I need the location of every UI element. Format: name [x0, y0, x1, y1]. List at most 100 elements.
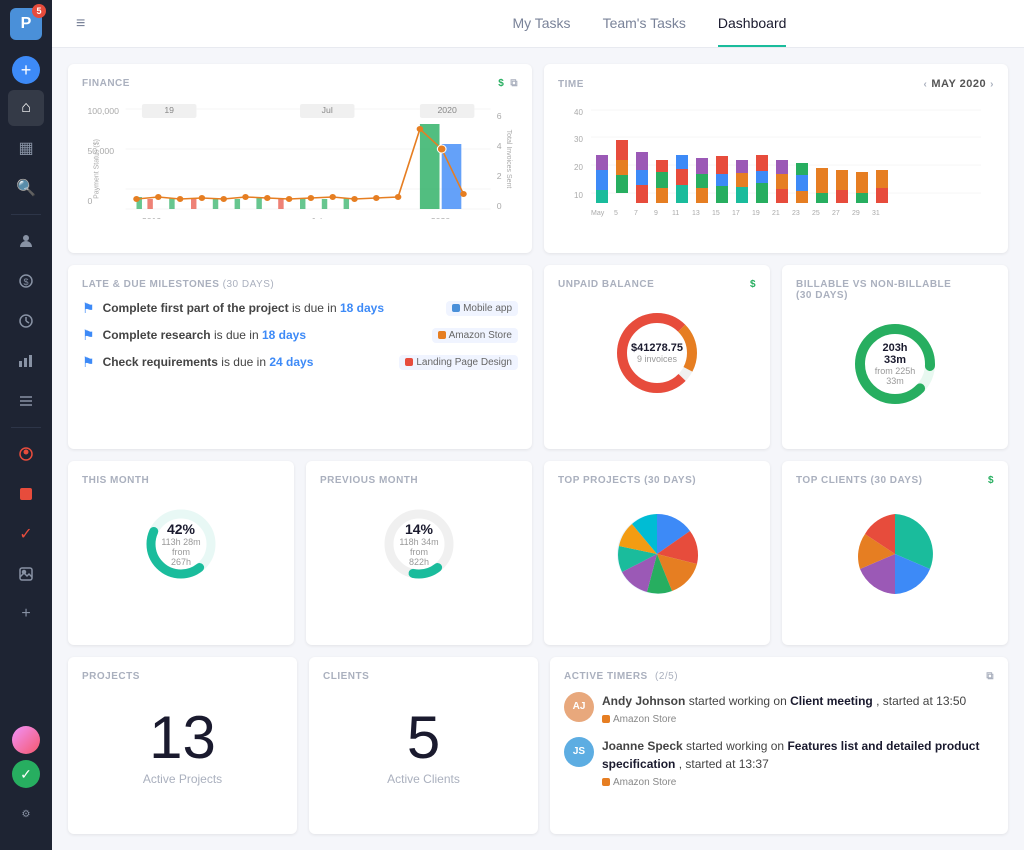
sidebar-item-search[interactable]: 🔍 — [8, 170, 44, 206]
svg-text:Jul: Jul — [322, 105, 333, 115]
svg-text:19: 19 — [164, 105, 174, 115]
milestone-tag-3[interactable]: Landing Page Design — [399, 355, 518, 370]
finance-copy-icon[interactable]: ⧉ — [510, 78, 518, 89]
time-card: TIME ‹ May 2020 › 40 30 20 10 — [544, 64, 1008, 253]
svg-text:Jul: Jul — [311, 216, 322, 219]
timer-tag-dot-2 — [602, 778, 610, 786]
finance-title-icons: $ ⧉ — [498, 78, 518, 89]
time-title: TIME ‹ May 2020 › — [558, 78, 994, 90]
prev-month-label: 14% 118h 34m from 822h — [399, 521, 439, 567]
app-logo[interactable]: P 5 — [10, 8, 42, 40]
bottom-row1: THIS MONTH 42% 113h 28m from 267h — [68, 461, 1008, 645]
status-icon[interactable]: ✓ — [12, 760, 40, 788]
sidebar-item-person[interactable] — [8, 223, 44, 259]
timer-text-1: Andy Johnson started working on Client m… — [602, 692, 966, 727]
unpaid-title: UNPAID BALANCE $ — [558, 279, 756, 290]
milestone-item-2: ⚑ Complete research is due in 18 days Am… — [82, 327, 518, 344]
sidebar: P 5 + ⌂ ▦ 🔍 $ ✓ + ✓ ⚙ — [0, 0, 52, 850]
hamburger-icon[interactable]: ≡ — [76, 15, 85, 33]
billable-donut: 203h 33m from 225h 33m — [850, 319, 940, 409]
sidebar-item-money[interactable]: $ — [8, 263, 44, 299]
top-projects-pie — [558, 496, 756, 612]
time-next-icon[interactable]: › — [990, 79, 994, 90]
svg-text:20: 20 — [574, 163, 583, 172]
svg-text:9: 9 — [654, 210, 658, 217]
sidebar-bottom: ✓ ⚙ — [8, 726, 44, 842]
right-mid-row: UNPAID BALANCE $ $41278.75 9 invoices — [544, 265, 1008, 450]
sidebar-item-clock[interactable] — [8, 303, 44, 339]
sidebar-item-chart[interactable] — [8, 343, 44, 379]
projects-title: PROJECTS — [82, 671, 283, 682]
projects-content: 13 Active Projects — [82, 692, 283, 802]
time-chart: 40 30 20 10 — [558, 100, 994, 220]
sidebar-item-home[interactable]: ⌂ — [8, 90, 44, 126]
bottom-row2: PROJECTS 13 Active Projects CLIENTS 5 Ac… — [68, 657, 1008, 835]
unpaid-donut-wrap: $41278.75 9 invoices — [558, 300, 756, 406]
svg-text:13: 13 — [692, 210, 700, 217]
user-avatar[interactable] — [12, 726, 40, 754]
tab-team-tasks[interactable]: Team's Tasks — [603, 1, 686, 47]
dashboard-grid: FINANCE $ ⧉ 100,000 50,000 0 6 4 2 0 — [52, 48, 1024, 850]
billable-label: 203h 33m from 225h 33m — [873, 342, 918, 386]
svg-text:Total Invoices Sent: Total Invoices Sent — [505, 130, 514, 189]
finance-chart: 100,000 50,000 0 6 4 2 0 19 — [82, 99, 518, 219]
tab-dashboard[interactable]: Dashboard — [718, 1, 787, 47]
finance-dollar-icon[interactable]: $ — [498, 78, 504, 89]
timer-item-2: JS Joanne Speck started working on Featu… — [564, 737, 994, 790]
svg-text:7: 7 — [634, 210, 638, 217]
clients-content: 5 Active Clients — [323, 692, 524, 802]
top-clients-pie — [796, 496, 994, 612]
svg-text:2020: 2020 — [437, 105, 457, 115]
sidebar-item-check[interactable]: ✓ — [8, 516, 44, 552]
sidebar-divider-1 — [11, 214, 41, 215]
time-prev-icon[interactable]: ‹ — [924, 79, 928, 90]
timer-project-tag-2: Amazon Store — [602, 775, 994, 790]
sidebar-item-dashboard[interactable]: ▦ — [8, 130, 44, 166]
projects-count: 13 — [149, 708, 216, 768]
milestone-tag-2[interactable]: Amazon Store — [432, 328, 518, 343]
timers-copy-icon[interactable]: ⧉ — [986, 671, 994, 682]
timer-avatar-2: JS — [564, 737, 594, 767]
milestone-flag-1: ⚑ — [82, 300, 95, 317]
clients-count: 5 — [407, 708, 440, 768]
svg-text:May: May — [591, 210, 605, 217]
milestone-tag-1[interactable]: Mobile app — [446, 301, 518, 316]
milestones-title: LATE & DUE MILESTONES (30 DAYS) — [82, 279, 518, 290]
billable-donut-wrap: 203h 33m from 225h 33m — [796, 311, 994, 417]
timer-item-1: AJ Andy Johnson started working on Clien… — [564, 692, 994, 727]
tab-my-tasks[interactable]: My Tasks — [512, 1, 570, 47]
sidebar-item-settings[interactable]: ⚙ — [8, 796, 44, 832]
svg-text:5: 5 — [614, 210, 618, 217]
timer-text-2: Joanne Speck started working on Features… — [602, 737, 994, 790]
top-clients-dollar-icon: $ — [988, 475, 994, 486]
time-month: May 2020 — [931, 78, 986, 90]
unpaid-label: $41278.75 9 invoices — [631, 342, 683, 364]
sidebar-item-add-small[interactable]: + — [8, 596, 44, 632]
svg-text:Payment Status ($): Payment Status ($) — [91, 139, 100, 199]
prev-month-donut: 14% 118h 34m from 822h — [379, 504, 459, 584]
svg-text:2019: 2019 — [142, 216, 162, 219]
active-timers-card: ACTIVE TIMERS (2/5) ⧉ AJ Andy Johnson st… — [550, 657, 1008, 835]
active-timers-title: ACTIVE TIMERS (2/5) ⧉ — [564, 671, 994, 682]
projects-card: PROJECTS 13 Active Projects — [68, 657, 297, 835]
tag-dot-2 — [438, 331, 446, 339]
sidebar-item-image[interactable] — [8, 556, 44, 592]
projects-label: Active Projects — [143, 772, 222, 786]
unpaid-dollar-icon: $ — [750, 279, 756, 290]
svg-text:2: 2 — [497, 171, 502, 181]
svg-text:21: 21 — [772, 210, 780, 217]
svg-text:6: 6 — [497, 111, 502, 121]
timer-project-tag-1: Amazon Store — [602, 712, 966, 727]
milestone-item-3: ⚑ Check requirements is due in 24 days L… — [82, 354, 518, 371]
sidebar-item-user-circle[interactable] — [8, 436, 44, 472]
svg-text:15: 15 — [712, 210, 720, 217]
add-button[interactable]: + — [12, 56, 40, 84]
svg-text:40: 40 — [574, 108, 583, 117]
billable-card: BILLABLE VS NON-BILLABLE (30 DAYS) 203h … — [782, 265, 1008, 450]
sidebar-item-list[interactable] — [8, 383, 44, 419]
clients-title: CLIENTS — [323, 671, 524, 682]
svg-text:29: 29 — [852, 210, 860, 217]
sidebar-item-red-box[interactable] — [8, 476, 44, 512]
tag-dot-1 — [452, 304, 460, 312]
prev-month-card: PREVIOUS MONTH 14% 118h 34m from 822h — [306, 461, 532, 645]
